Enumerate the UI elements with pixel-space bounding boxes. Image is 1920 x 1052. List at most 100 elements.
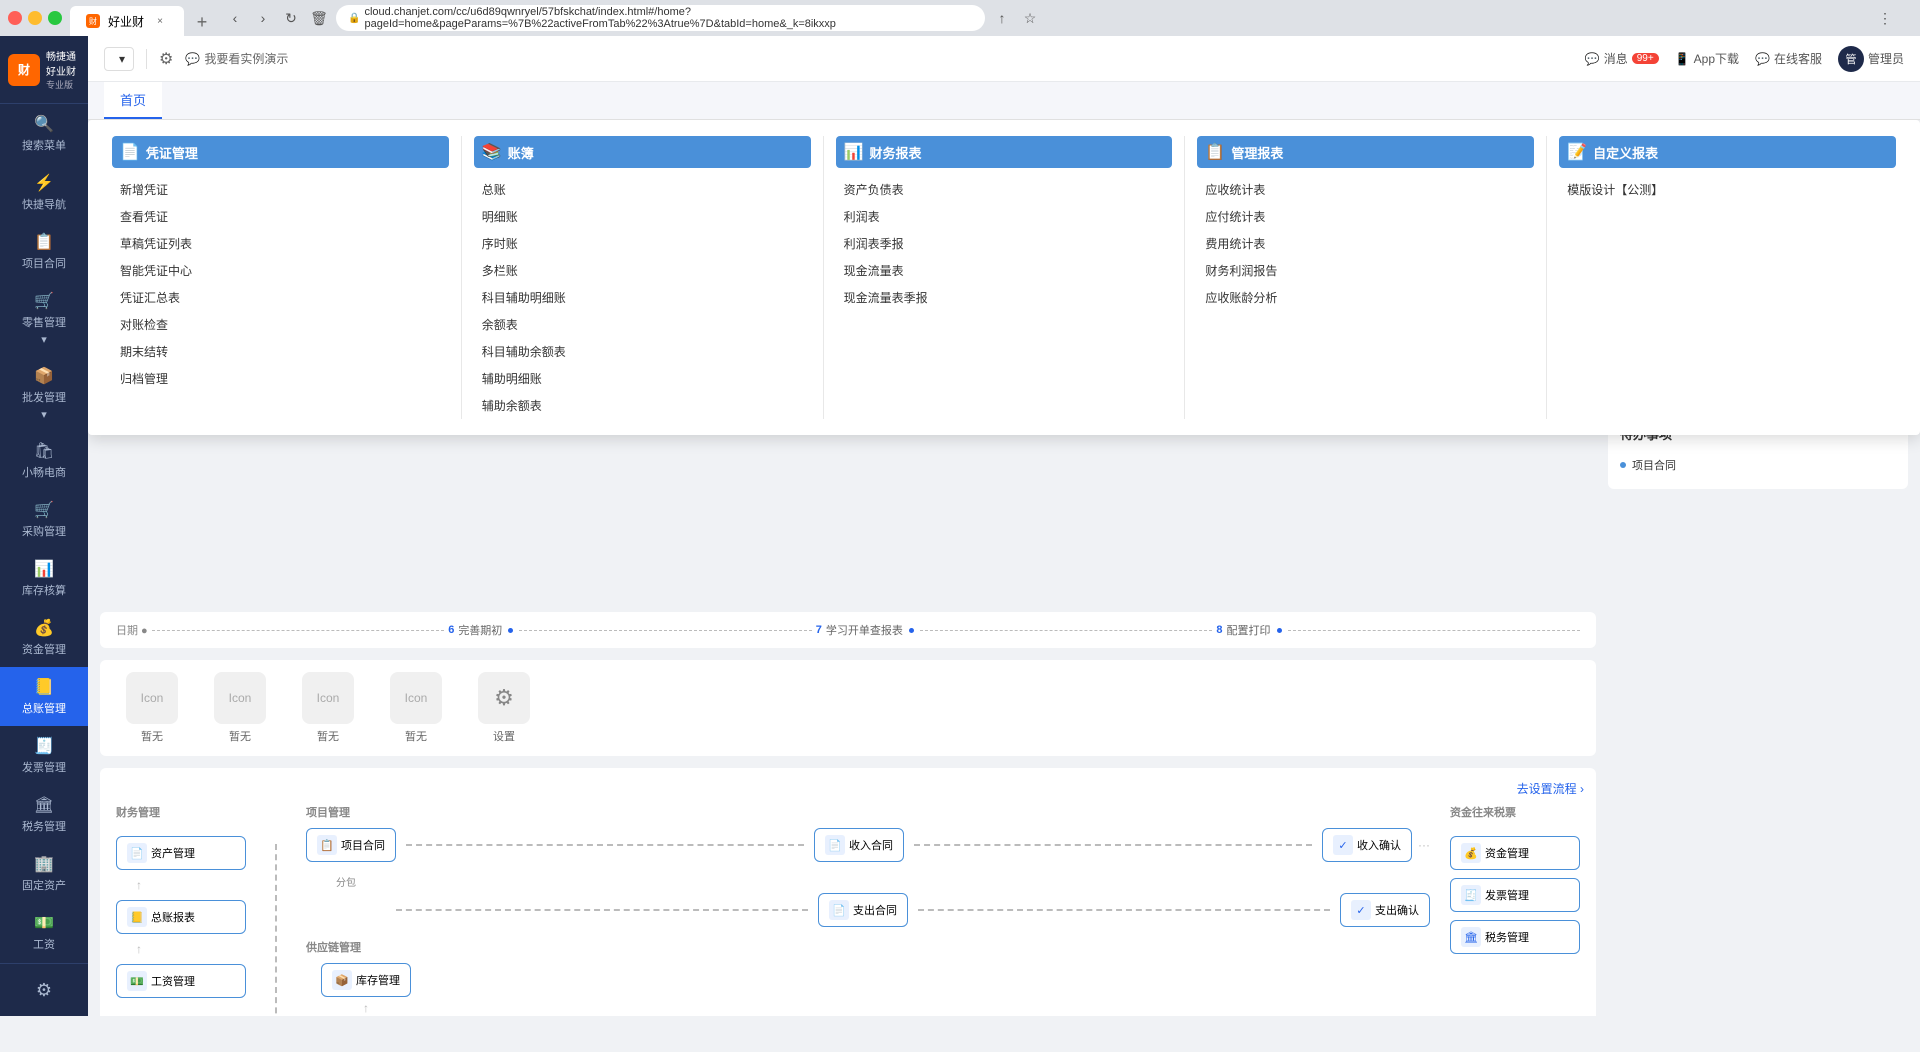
shortcut-item-1[interactable]: Icon 暂无 [112,672,192,744]
extensions-icon[interactable]: ⋮ [1874,7,1896,29]
logo-sub: 专业版 [46,78,80,91]
bookmark-icon[interactable]: ☆ [1019,7,1041,29]
flow-box-invoice-mgmt[interactable]: 🧾 发票管理 [1450,878,1580,912]
nav-refresh[interactable]: ↻ [280,7,302,29]
address-bar[interactable]: 🔒 cloud.chanjet.com/cc/u6d89qwnryel/57bf… [336,5,985,31]
menu-item-pay-stats[interactable]: 应付统计表 [1197,203,1534,230]
menu-item-multi-ledger[interactable]: 多栏账 [474,257,811,284]
active-tab[interactable]: 财 好业财 × [70,6,184,36]
fund-mgmt-icon: 💰 [1461,843,1481,863]
menu-item-cashflow[interactable]: 现金流量表 [836,257,1173,284]
sidebar-item-projects[interactable]: 📋项目合同 [0,222,88,281]
step-line-3 [920,630,1212,631]
menu-item-period-close[interactable]: 期末结转 [112,338,449,365]
new-tab-btn[interactable]: + [188,8,216,36]
message-btn[interactable]: 💬 消息 99+ [1585,50,1659,67]
menu-item-cashflow-q[interactable]: 现金流量表季报 [836,284,1173,311]
flow-box-fund-mgmt[interactable]: 💰 资金管理 [1450,836,1580,870]
window-min-btn[interactable] [28,11,42,25]
divider-1 [461,136,462,419]
flow-main: 财务管理 📄 资产管理 ↑ 📒 [116,784,1580,1016]
sidebar-item-inventory[interactable]: 📊库存核算 [0,549,88,608]
menu-item-smart-voucher[interactable]: 智能凭证中心 [112,257,449,284]
sidebar-item-ecommerce[interactable]: 🛍小畅电商 [0,431,88,490]
menu-item-recv-stats[interactable]: 应收统计表 [1197,176,1534,203]
menu-item-income-stmt[interactable]: 利润表 [836,203,1173,230]
menu-item-cost-stats[interactable]: 费用统计表 [1197,230,1534,257]
menu-item-aux-detail[interactable]: 辅助明细账 [474,365,811,392]
window-close-btn[interactable] [8,11,22,25]
shortcut-item-3[interactable]: Icon 暂无 [288,672,368,744]
menu-item-profit-report[interactable]: 财务利润报告 [1197,257,1534,284]
todo-item-project: 项目合同 [1620,453,1896,477]
menu-item-subject-detail[interactable]: 科目辅助明细账 [474,284,811,311]
retail-icon: 🛒 [34,291,54,311]
flow-box-payroll[interactable]: 💵 工资管理 [116,964,246,998]
flow-box-asset[interactable]: 📄 资产管理 [116,836,246,870]
flow-box-tax-mgmt[interactable]: 🏛 税务管理 [1450,920,1580,954]
shortcut-item-2[interactable]: Icon 暂无 [200,672,280,744]
menu-item-detail-ledger[interactable]: 明细账 [474,203,811,230]
tab-close-btn[interactable]: × [152,13,168,29]
menu-item-aux-balance[interactable]: 辅助余额表 [474,392,811,419]
sidebar-item-search[interactable]: 🔍搜索菜单 [0,104,88,163]
demo-link[interactable]: 💬 我要看实例演示 [185,50,288,67]
flow-project-section: 项目管理 📋 项目合同 📄 [306,804,1430,1016]
mega-col-mgmt-report: 📋 管理报表 应收统计表 应付统计表 费用统计表 财务利润报告 应收账龄分析 [1189,136,1542,419]
step-line-2 [519,630,811,631]
shortcut-item-settings[interactable]: ⚙ 设置 [464,672,544,744]
sidebar-item-invoice[interactable]: 🧾发票管理 [0,726,88,785]
menu-item-template-design[interactable]: 模版设计【公测】 [1559,176,1896,203]
flow-row-expense: 📄 支出合同 ✓ 支出确认 [306,893,1430,927]
sidebar-item-assets[interactable]: 🏢固定资产 [0,844,88,903]
share-icon[interactable]: ↑ [991,7,1013,29]
sidebar-item-purchase[interactable]: 🛒采购管理 [0,490,88,549]
sidebar-item-payroll[interactable]: 💵工资 [0,903,88,962]
sidebar-item-retail[interactable]: 🛒零售管理▾ [0,281,88,356]
menu-item-archive[interactable]: 归档管理 [112,365,449,392]
flow-box-income-confirm[interactable]: ✓ 收入确认 [1322,828,1412,862]
menu-item-chrono-ledger[interactable]: 序时账 [474,230,811,257]
tab-home[interactable]: 首页 [104,82,162,119]
nav-forward[interactable]: › [252,7,274,29]
app-layout: 财 畅捷通好业财 专业版 🔍搜索菜单 ⚡快捷导航 📋项目合同 🛒零售管理▾ 📦批… [0,36,1920,1016]
flow-box-income-contract[interactable]: 📄 收入合同 [814,828,904,862]
sidebar-item-wholesale[interactable]: 📦批发管理▾ [0,356,88,431]
flow-box-inventory[interactable]: 📦 库存管理 [321,963,411,997]
menu-item-new-voucher[interactable]: 新增凭证 [112,176,449,203]
online-service-btn[interactable]: 💬 在线客服 [1755,50,1822,67]
download-icon: 📱 [1675,52,1690,66]
nav-back[interactable]: ‹ [224,7,246,29]
sidebar-item-funds[interactable]: 💰资金管理 [0,608,88,667]
menu-item-subject-balance[interactable]: 科目辅助余额表 [474,338,811,365]
flow-box-ledger[interactable]: 📒 总账报表 [116,900,246,934]
menu-item-balance-table[interactable]: 余额表 [474,311,811,338]
company-selector[interactable]: ▾ [104,47,134,71]
menu-item-balance-sheet[interactable]: 资产负债表 [836,176,1173,203]
sidebar-item-tax[interactable]: 🏛税务管理 [0,785,88,844]
flow-box-expense-confirm[interactable]: ✓ 支出确认 [1340,893,1430,927]
menu-item-reconcile[interactable]: 对账检查 [112,311,449,338]
menu-item-aging[interactable]: 应收账龄分析 [1197,284,1534,311]
menu-item-income-q[interactable]: 利润表季报 [836,230,1173,257]
setup-flow-link[interactable]: 去设置流程 › [1517,780,1584,797]
mega-col-finance-report: 📊 财务报表 资产负债表 利润表 利润表季报 现金流量表 现金流量表季报 [828,136,1181,419]
nav-delete[interactable]: 🗑 [308,7,330,29]
flow-arrow-row: ↑ [116,878,246,892]
menu-item-voucher-summary[interactable]: 凭证汇总表 [112,284,449,311]
sidebar-item-ledger[interactable]: 📒总账管理 [0,667,88,726]
flow-box-project-contract[interactable]: 📋 项目合同 [306,828,396,862]
sidebar-item-shortcuts[interactable]: ⚡快捷导航 [0,163,88,222]
flow-box-expense-contract[interactable]: 📄 支出合同 [818,893,908,927]
sidebar-menu: 🔍搜索菜单 ⚡快捷导航 📋项目合同 🛒零售管理▾ 📦批发管理▾ 🛍小畅电商 🛒采… [0,104,88,963]
menu-item-view-voucher[interactable]: 查看凭证 [112,203,449,230]
window-max-btn[interactable] [48,11,62,25]
app-download-btn[interactable]: 📱 App下载 [1675,50,1739,67]
sidebar-settings-btn[interactable]: ⚙ [26,972,62,1008]
topbar-settings-icon[interactable]: ⚙ [159,49,173,69]
invoice-mgmt-icon: 🧾 [1461,885,1481,905]
menu-item-general-ledger[interactable]: 总账 [474,176,811,203]
menu-item-draft-voucher[interactable]: 草稿凭证列表 [112,230,449,257]
shortcut-item-4[interactable]: Icon 暂无 [376,672,456,744]
user-profile-btn[interactable]: 管 管理员 [1838,46,1904,72]
